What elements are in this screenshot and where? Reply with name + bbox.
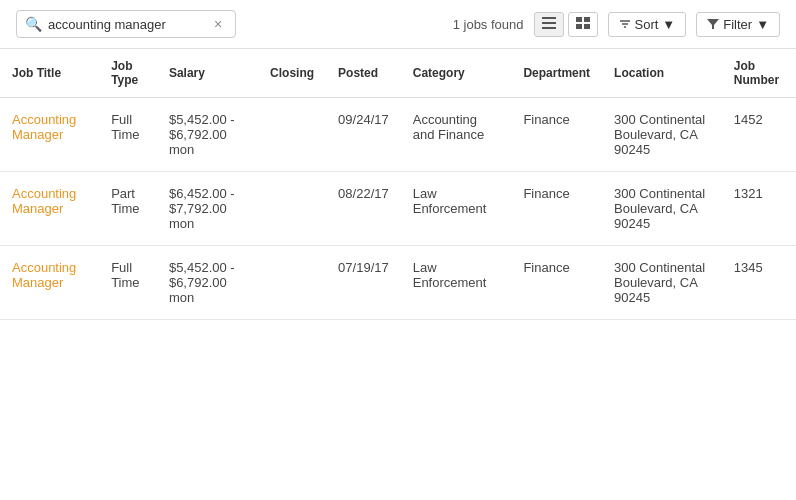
cell-posted: 08/22/17	[326, 172, 401, 246]
filter-icon	[707, 18, 719, 30]
cell-job-number: 1452	[722, 98, 796, 172]
cell-job-title[interactable]: Accounting Manager	[0, 98, 99, 172]
cell-job-number: 1345	[722, 246, 796, 320]
table-row: Accounting Manager Full Time $5,452.00 -…	[0, 98, 796, 172]
jobs-table-wrap: Job Title Job Type Salary Closing Posted…	[0, 49, 796, 320]
cell-job-type: Full Time	[99, 246, 157, 320]
cell-posted: 07/19/17	[326, 246, 401, 320]
cell-location: 300 Continental Boulevard, CA 90245	[602, 246, 722, 320]
table-body: Accounting Manager Full Time $5,452.00 -…	[0, 98, 796, 320]
sort-icon	[619, 18, 631, 30]
cell-location: 300 Continental Boulevard, CA 90245	[602, 172, 722, 246]
list-view-icon	[542, 17, 556, 29]
cell-department: Finance	[511, 98, 602, 172]
top-bar-right: 1 jobs found	[453, 12, 780, 37]
col-category: Category	[401, 49, 512, 98]
cell-job-number: 1321	[722, 172, 796, 246]
col-job-type: Job Type	[99, 49, 157, 98]
cell-category: Accounting and Finance	[401, 98, 512, 172]
cell-location: 300 Continental Boulevard, CA 90245	[602, 98, 722, 172]
view-toggle	[534, 12, 598, 37]
col-closing: Closing	[258, 49, 326, 98]
cell-salary: $5,452.00 - $6,792.00 mon	[157, 98, 258, 172]
svg-marker-10	[707, 19, 719, 29]
top-bar: 🔍 × 1 jobs found	[0, 0, 796, 49]
svg-rect-1	[542, 22, 556, 24]
svg-rect-0	[542, 17, 556, 19]
table-row: Accounting Manager Part Time $6,452.00 -…	[0, 172, 796, 246]
list-view-button[interactable]	[534, 12, 564, 37]
svg-rect-5	[576, 24, 582, 29]
job-title-link[interactable]: Accounting Manager	[12, 260, 76, 290]
col-department: Department	[511, 49, 602, 98]
job-title-link[interactable]: Accounting Manager	[12, 186, 76, 216]
col-posted: Posted	[326, 49, 401, 98]
search-icon: 🔍	[25, 16, 42, 32]
grid-view-button[interactable]	[568, 12, 598, 37]
cell-job-type: Full Time	[99, 98, 157, 172]
filter-chevron-icon: ▼	[756, 17, 769, 32]
cell-closing	[258, 172, 326, 246]
cell-category: Law Enforcement	[401, 246, 512, 320]
sort-button[interactable]: Sort ▼	[608, 12, 687, 37]
col-location: Location	[602, 49, 722, 98]
cell-job-type: Part Time	[99, 172, 157, 246]
cell-job-title[interactable]: Accounting Manager	[0, 246, 99, 320]
cell-posted: 09/24/17	[326, 98, 401, 172]
sort-chevron-icon: ▼	[662, 17, 675, 32]
clear-search-button[interactable]: ×	[214, 17, 222, 31]
cell-salary: $5,452.00 - $6,792.00 mon	[157, 246, 258, 320]
cell-department: Finance	[511, 246, 602, 320]
cell-department: Finance	[511, 172, 602, 246]
svg-rect-2	[542, 27, 556, 29]
svg-rect-6	[584, 24, 590, 29]
cell-category: Law Enforcement	[401, 172, 512, 246]
cell-closing	[258, 98, 326, 172]
cell-closing	[258, 246, 326, 320]
table-header: Job Title Job Type Salary Closing Posted…	[0, 49, 796, 98]
svg-rect-4	[584, 17, 590, 22]
sort-label: Sort	[635, 17, 659, 32]
filter-button[interactable]: Filter ▼	[696, 12, 780, 37]
cell-job-title[interactable]: Accounting Manager	[0, 172, 99, 246]
job-title-link[interactable]: Accounting Manager	[12, 112, 76, 142]
jobs-found-label: 1 jobs found	[453, 17, 524, 32]
filter-label: Filter	[723, 17, 752, 32]
jobs-table: Job Title Job Type Salary Closing Posted…	[0, 49, 796, 320]
search-input[interactable]	[48, 17, 208, 32]
col-salary: Salary	[157, 49, 258, 98]
grid-view-icon	[576, 17, 590, 29]
svg-rect-3	[576, 17, 582, 22]
col-job-number: Job Number	[722, 49, 796, 98]
cell-salary: $6,452.00 - $7,792.00 mon	[157, 172, 258, 246]
search-box: 🔍 ×	[16, 10, 236, 38]
col-job-title: Job Title	[0, 49, 99, 98]
table-row: Accounting Manager Full Time $5,452.00 -…	[0, 246, 796, 320]
